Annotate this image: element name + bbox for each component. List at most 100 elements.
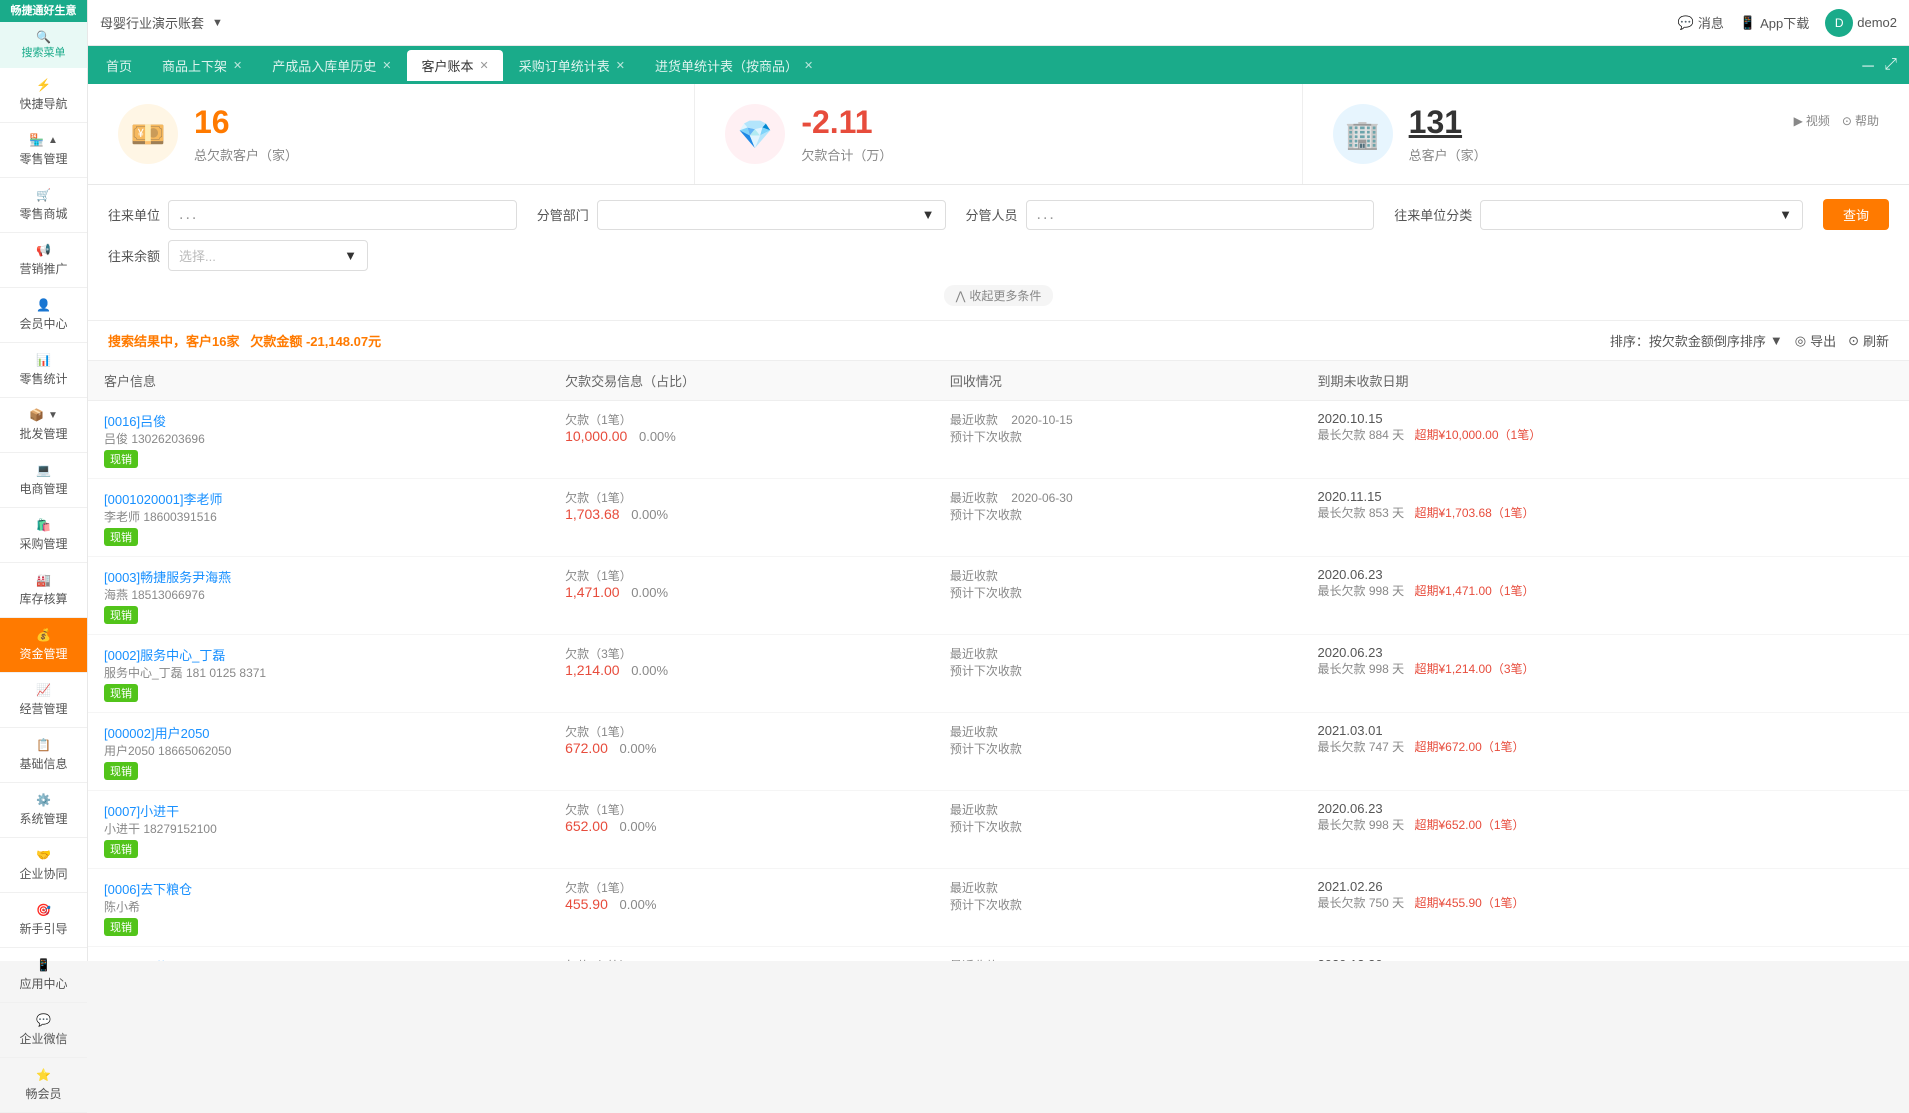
person-filter-input[interactable]: ... [1026,200,1375,230]
debt-amount[interactable]: 672.00 [565,740,608,756]
export-btn[interactable]: ◎ 导出 [1795,331,1836,350]
sidebar-item-corp-wechat[interactable]: 💬 企业微信 [0,1003,87,1058]
customer-dots: ... [179,206,198,224]
video-btn[interactable]: ▶ 视频 [1794,112,1830,129]
customer-name[interactable]: [000001]黄思源 [104,957,533,961]
debt-amount[interactable]: 1,471.00 [565,584,620,600]
customer-name[interactable]: [0006]去下粮仓 [104,879,533,898]
customer-phone: 小进干 18279152100 [104,820,533,837]
sidebar-item-retail-mall[interactable]: 🛒 零售商城 [0,178,87,233]
customer-name[interactable]: [000002]用户2050 [104,723,533,742]
batch-mgmt-label: 批发管理 [19,425,67,442]
sidebar-search[interactable]: 🔍 搜索菜单 [0,22,87,68]
debt-pct: 0.00% [631,507,668,522]
quick-nav-label: 快捷导航 [19,95,67,112]
message-btn[interactable]: 💬 消息 [1678,13,1724,32]
debt-amount[interactable]: 652.00 [565,818,608,834]
overdue-amount[interactable]: 超期¥1,214.00（3笔） [1414,662,1534,676]
recent-label: 最近收款 2020-06-30 [950,489,1286,506]
customer-name[interactable]: [0001020001]李老师 [104,489,533,508]
sidebar-item-newbie[interactable]: 🎯 新手引导 [0,893,87,948]
app-download-btn[interactable]: 📱 App下载 [1740,13,1809,32]
recovery-cell: 最近收款 预计下次收款 [934,791,1302,869]
sidebar-item-inventory[interactable]: 🏭 库存核算 [0,563,87,618]
debt-info-cell: 欠款（3笔） 1,214.00 0.00% [549,635,934,713]
tab-close-purchase-summary[interactable]: ✕ [616,59,625,72]
sidebar-item-batch-mgmt[interactable]: 📦 ▼ 批发管理 [0,398,87,453]
tab-home[interactable]: 首页 [92,50,146,81]
debt-customers-icon: 💴 [118,104,178,164]
sidebar-item-member-plus[interactable]: ⭐ 畅会员 [0,1058,87,1113]
tab-purchase-stats[interactable]: 进货单统计表（按商品）✕ [641,50,827,81]
customer-name[interactable]: [0016]吕俊 [104,411,533,430]
search-button[interactable]: 查询 [1823,199,1889,230]
tab-close-products-off[interactable]: ✕ [233,59,242,72]
sidebar-item-enterprise[interactable]: 🤝 企业协同 [0,838,87,893]
tab-close-production-history[interactable]: ✕ [382,59,391,72]
help-btn[interactable]: ⊙ 帮助 [1842,112,1879,129]
debt-amount[interactable]: 1,703.68 [565,506,620,522]
sidebar-item-ecommerce[interactable]: 💻 电商管理 [0,453,87,508]
category-filter-select[interactable]: ▼ [1480,200,1803,230]
help-icon: ⊙ [1842,114,1852,128]
sidebar-item-apps[interactable]: 📱 应用中心 [0,948,87,1003]
debt-customers-value: 16 [194,104,298,141]
sidebar-item-quick-nav[interactable]: ⚡ 快捷导航 [0,68,87,123]
refresh-btn[interactable]: ⊙ 刷新 [1848,331,1889,350]
sidebar-item-purchase[interactable]: 🛍️ 采购管理 [0,508,87,563]
tab-purchase-summary[interactable]: 采购订单统计表✕ [505,50,639,81]
debt-pct: 0.00% [639,429,676,444]
debt-count: 欠款（1笔） [565,879,918,896]
customer-filter-input[interactable]: ... [168,200,517,230]
overdue-amount[interactable]: 超期¥10,000.00（1笔） [1414,428,1541,442]
debt-amount[interactable]: 1,214.00 [565,662,620,678]
sidebar-item-member[interactable]: 👤 会员中心 [0,288,87,343]
next-collect: 预计下次收款 [950,896,1286,913]
customer-info-cell: [0006]去下粮仓 陈小希 现销 [88,869,549,947]
tab-products-off[interactable]: 商品上下架✕ [148,50,256,81]
overdue-days: 最长欠款 853 天 [1317,506,1410,520]
customer-tag: 现销 [104,450,138,468]
overdue-amount[interactable]: 超期¥652.00（1笔） [1414,818,1524,832]
user-menu[interactable]: D demo2 [1825,9,1897,37]
marketing-icon: 📢 [36,243,51,257]
data-table: 客户信息欠款交易信息（占比）回收情况到期未收款日期 [0016]吕俊 吕俊 13… [88,361,1909,961]
overdue-amount[interactable]: 超期¥672.00（1笔） [1414,740,1524,754]
corp-wechat-icon: 💬 [36,1013,51,1027]
overdue-amount[interactable]: 超期¥1,703.68（1笔） [1414,506,1534,520]
purchase-label: 采购管理 [19,535,67,552]
filter-row-2: 往来余额 选择... ▼ [108,240,1889,271]
tab-close-customer-account[interactable]: ✕ [480,59,489,72]
collapse-btn[interactable]: ⋀ 收起更多条件 [944,285,1054,306]
maximize-btn[interactable]: ⤢ [1884,56,1897,74]
minimize-btn[interactable]: － [1860,53,1876,77]
tab-production-history[interactable]: 产成品入库单历史✕ [258,50,405,81]
retail-mgmt-label: 零售管理 [19,150,67,167]
dept-filter-select[interactable]: ▼ [597,200,946,230]
sidebar-item-retail-stats[interactable]: 📊 零售统计 [0,343,87,398]
customer-name[interactable]: [0007]小进干 [104,801,533,820]
overdue-amount[interactable]: 超期¥1,471.00（1笔） [1414,584,1534,598]
tab-customer-account[interactable]: 客户账本✕ [407,50,502,81]
sidebar-item-basic-info[interactable]: 📋 基础信息 [0,728,87,783]
recovery-cell: 最近收款 2020-10-15 预计下次收款 [934,401,1302,479]
debt-total-label: 欠款合计（万） [801,145,892,164]
sidebar-item-marketing[interactable]: 📢 营销推广 [0,233,87,288]
company-selector[interactable]: 母婴行业演示账套 ▼ [100,13,223,32]
sidebar-item-operations[interactable]: 📈 经营管理 [0,673,87,728]
tab-close-purchase-stats[interactable]: ✕ [804,59,813,72]
customer-name[interactable]: [0002]服务中心_丁磊 [104,645,533,664]
debt-amount[interactable]: 10,000.00 [565,428,627,444]
sort-select[interactable]: 排序：按欠款金额倒序排序 ▼ [1610,331,1783,350]
balance-select-text: 选择... [179,246,216,265]
inventory-icon: 🏭 [36,573,51,587]
sidebar-item-finance[interactable]: 💰 资金管理 [0,618,87,673]
overdue-amount[interactable]: 超期¥455.90（1笔） [1414,896,1524,910]
balance-filter-select[interactable]: 选择... ▼ [168,240,368,271]
customer-info-cell: [0003]畅捷服务尹海燕 海燕 18513066976 现销 [88,557,549,635]
customer-name[interactable]: [0003]畅捷服务尹海燕 [104,567,533,586]
sidebar-item-retail-mgmt[interactable]: 🏪 ▲ 零售管理 [0,123,87,178]
sidebar-item-system[interactable]: ⚙️ 系统管理 [0,783,87,838]
due-date: 2020.12.30 [1317,957,1893,961]
debt-amount[interactable]: 455.90 [565,896,608,912]
